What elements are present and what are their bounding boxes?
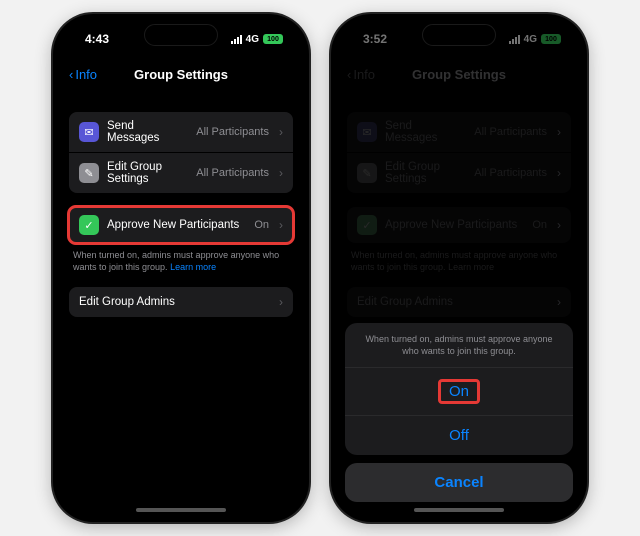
- footnote: When turned on, admins must approve anyo…: [347, 243, 571, 273]
- row-approve-new-participants[interactable]: ✓ Approve New Participants On ›: [69, 207, 293, 243]
- row-label: Approve New Participants: [107, 219, 246, 231]
- action-sheet-cancel[interactable]: Cancel: [345, 463, 573, 502]
- megaphone-icon: ✉: [79, 122, 99, 142]
- home-indicator[interactable]: [414, 508, 504, 512]
- row-label: Edit Group Settings: [385, 161, 466, 185]
- row-value: All Participants: [196, 167, 269, 179]
- notch: [422, 24, 496, 46]
- content: ✉ Send Messages All Participants › ✎ Edi…: [59, 90, 303, 317]
- chevron-right-icon: ›: [557, 166, 561, 180]
- notch: [144, 24, 218, 46]
- back-button[interactable]: ‹ Info: [69, 58, 97, 90]
- group-admins: Edit Group Admins ›: [347, 287, 571, 317]
- status-time: 3:52: [363, 32, 387, 46]
- signal-icon: [231, 35, 242, 44]
- row-approve-new-participants: ✓ Approve New Participants On ›: [347, 207, 571, 243]
- back-label: Info: [353, 67, 375, 82]
- chevron-right-icon: ›: [279, 218, 283, 232]
- screen: 3:52 4G 100 ‹ Info Group Settings ✉ Send…: [337, 20, 581, 516]
- row-label: Approve New Participants: [385, 219, 524, 231]
- person-check-icon: ✓: [79, 215, 99, 235]
- chevron-right-icon: ›: [557, 295, 561, 309]
- action-sheet: When turned on, admins must approve anyo…: [345, 323, 573, 502]
- megaphone-icon: ✉: [357, 122, 377, 142]
- action-sheet-option-off[interactable]: Off: [345, 416, 573, 455]
- row-value: All Participants: [474, 167, 547, 179]
- group-messaging: ✉ Send Messages All Participants › ✎ Edi…: [69, 112, 293, 193]
- status-time: 4:43: [85, 32, 109, 46]
- action-sheet-header: When turned on, admins must approve anyo…: [345, 323, 573, 368]
- row-label: Edit Group Admins: [357, 296, 547, 308]
- group-approve: ✓ Approve New Participants On ›: [347, 207, 571, 243]
- status-network: 4G: [246, 34, 259, 45]
- chevron-right-icon: ›: [279, 166, 283, 180]
- person-check-icon: ✓: [357, 215, 377, 235]
- content: ✉ Send Messages All Participants › ✎ Edi…: [337, 90, 581, 317]
- page-title: Group Settings: [412, 67, 506, 82]
- pencil-icon: ✎: [357, 163, 377, 183]
- row-send-messages[interactable]: ✉ Send Messages All Participants ›: [69, 112, 293, 153]
- page-title: Group Settings: [134, 67, 228, 82]
- row-label: Edit Group Settings: [107, 161, 188, 185]
- row-label: Send Messages: [385, 120, 466, 144]
- chevron-left-icon: ‹: [69, 67, 73, 82]
- row-edit-group-admins[interactable]: Edit Group Admins ›: [69, 287, 293, 317]
- phone-right: 3:52 4G 100 ‹ Info Group Settings ✉ Send…: [331, 14, 587, 522]
- footnote: When turned on, admins must approve anyo…: [69, 243, 293, 273]
- nav-bar: ‹ Info Group Settings: [337, 58, 581, 90]
- row-edit-group-settings: ✎ Edit Group Settings All Participants ›: [347, 153, 571, 193]
- chevron-right-icon: ›: [279, 125, 283, 139]
- group-messaging: ✉ Send Messages All Participants › ✎ Edi…: [347, 112, 571, 193]
- back-button[interactable]: ‹ Info: [347, 58, 375, 90]
- battery-icon: 100: [541, 34, 561, 44]
- row-value: All Participants: [196, 126, 269, 138]
- pencil-icon: ✎: [79, 163, 99, 183]
- signal-icon: [509, 35, 520, 44]
- row-value: On: [254, 219, 269, 231]
- row-label: Edit Group Admins: [79, 296, 269, 308]
- learn-more-link[interactable]: Learn more: [170, 262, 216, 272]
- group-admins: Edit Group Admins ›: [69, 287, 293, 317]
- row-value: On: [532, 219, 547, 231]
- status-network: 4G: [524, 34, 537, 45]
- chevron-right-icon: ›: [557, 218, 561, 232]
- option-on-label: On: [438, 379, 480, 404]
- action-sheet-option-on[interactable]: On: [345, 368, 573, 416]
- row-send-messages: ✉ Send Messages All Participants ›: [347, 112, 571, 153]
- row-edit-group-admins: Edit Group Admins ›: [347, 287, 571, 317]
- nav-bar: ‹ Info Group Settings: [59, 58, 303, 90]
- chevron-right-icon: ›: [557, 125, 561, 139]
- row-value: All Participants: [474, 126, 547, 138]
- row-label: Send Messages: [107, 120, 188, 144]
- phone-left: 4:43 4G 100 ‹ Info Group Settings ✉ Send…: [53, 14, 309, 522]
- chevron-right-icon: ›: [279, 295, 283, 309]
- row-edit-group-settings[interactable]: ✎ Edit Group Settings All Participants ›: [69, 153, 293, 193]
- screen: 4:43 4G 100 ‹ Info Group Settings ✉ Send…: [59, 20, 303, 516]
- group-approve: ✓ Approve New Participants On ›: [69, 207, 293, 243]
- action-sheet-panel: When turned on, admins must approve anyo…: [345, 323, 573, 455]
- home-indicator[interactable]: [136, 508, 226, 512]
- back-label: Info: [75, 67, 97, 82]
- chevron-left-icon: ‹: [347, 67, 351, 82]
- battery-icon: 100: [263, 34, 283, 44]
- learn-more-link: Learn more: [448, 262, 494, 272]
